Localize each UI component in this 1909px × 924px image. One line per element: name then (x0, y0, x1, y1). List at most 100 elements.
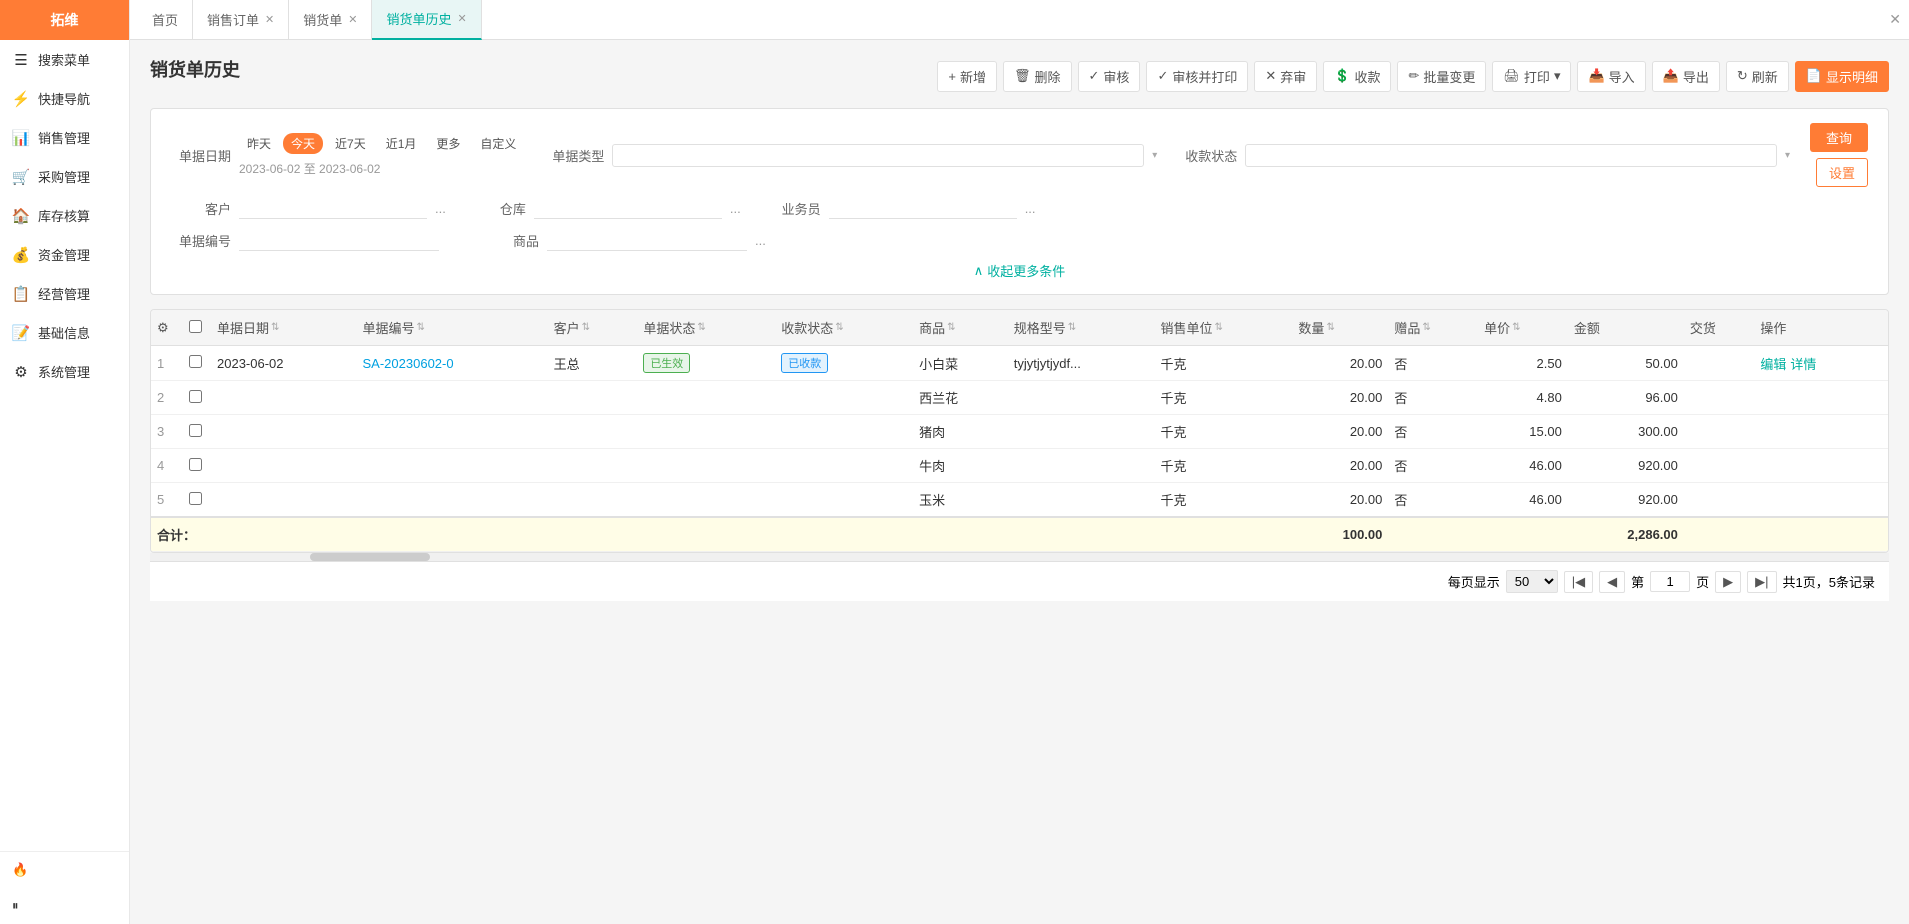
col-settings-icon[interactable]: ⚙ (157, 320, 169, 335)
col-spec[interactable]: 规格型号⇅ (1008, 310, 1155, 346)
col-settings[interactable]: ⚙ (151, 310, 183, 346)
row-select-checkbox[interactable] (189, 458, 202, 471)
date-chip-custom[interactable]: 自定义 (472, 133, 524, 154)
col-collect-status[interactable]: 收款状态⇅ (775, 310, 913, 346)
col-doc-status[interactable]: 单据状态⇅ (637, 310, 775, 346)
batch-change-button[interactable]: ✏ 批量变更 (1397, 61, 1486, 92)
tab-sales-history-close[interactable]: ✕ (458, 12, 467, 25)
first-page-button[interactable]: |◀ (1564, 571, 1593, 593)
sort-doc-date-icon: ⇅ (271, 322, 279, 333)
close-all-tabs[interactable]: ✕ (1889, 11, 1901, 28)
collect-status-arrow[interactable]: ▾ (1785, 150, 1790, 161)
col-doc-date[interactable]: 单据日期⇅ (211, 310, 357, 346)
customer-input[interactable] (239, 197, 427, 219)
import-button[interactable]: 📥 导入 (1577, 61, 1645, 92)
audit-print-label: 审核并打印 (1172, 67, 1237, 86)
last-page-button[interactable]: ▶| (1747, 571, 1776, 593)
row-select-checkbox[interactable] (189, 390, 202, 403)
add-button[interactable]: + 新增 (937, 61, 997, 92)
sidebar-item-sales-mgmt[interactable]: 📊 销售管理 (0, 118, 129, 157)
sidebar-bottom-fire[interactable]: 🔥 (0, 852, 129, 888)
sales-mgmt-icon: 📊 (12, 129, 30, 147)
table-footer-row: 合计： 100.00 2,286.00 (151, 517, 1888, 552)
action-编辑[interactable]: 编辑 (1760, 357, 1786, 372)
col-customer[interactable]: 客户⇅ (548, 310, 638, 346)
row-select-checkbox[interactable] (189, 492, 202, 505)
date-range: 2023-06-02 至 2023-06-02 (239, 160, 524, 177)
sidebar-item-sys-mgmt[interactable]: ⚙ 系统管理 (0, 352, 129, 391)
date-chips: 昨天 今天 近7天 近1月 更多 自定义 (239, 133, 524, 154)
print-button[interactable]: 🖨 打印 ▾ (1492, 61, 1571, 92)
doc-type-arrow[interactable]: ▾ (1152, 150, 1157, 161)
doc-type-label: 单据类型 (544, 146, 604, 165)
goods-ellipsis[interactable]: ... (755, 233, 766, 248)
date-chip-today[interactable]: 今天 (283, 133, 323, 154)
doc-no-input[interactable] (239, 229, 439, 251)
sort-price-icon: ⇅ (1512, 322, 1520, 333)
tab-sales-order-close[interactable]: ✕ (265, 13, 274, 26)
date-chip-1month[interactable]: 近1月 (378, 133, 425, 154)
audit-button[interactable]: ✓ 审核 (1078, 61, 1141, 92)
col-qty[interactable]: 数量⇅ (1292, 310, 1388, 346)
agent-input[interactable] (829, 197, 1017, 219)
sidebar-item-stock-calc[interactable]: 🏠 库存核算 (0, 196, 129, 235)
row-select-checkbox[interactable] (189, 355, 202, 368)
select-all-checkbox[interactable] (189, 320, 202, 333)
footer-total-qty: 100.00 (1292, 517, 1388, 552)
row-actions (1754, 415, 1888, 449)
collect-status-label: 收款状态 (1177, 146, 1237, 165)
sidebar-bottom-pause[interactable]: ⏸ (0, 888, 129, 924)
tab-sales-goods-close[interactable]: ✕ (348, 13, 357, 26)
col-gift[interactable]: 赠品⇅ (1388, 310, 1478, 346)
col-price[interactable]: 单价⇅ (1478, 310, 1568, 346)
tab-sales-order[interactable]: 销售订单 ✕ (193, 0, 289, 40)
col-goods[interactable]: 商品⇅ (913, 310, 1008, 346)
horizontal-scrollbar[interactable] (150, 553, 1889, 561)
collect-status-input[interactable] (1245, 144, 1777, 167)
sidebar-item-search-menu[interactable]: ☰ 搜索菜单 (0, 40, 129, 79)
doc-type-input[interactable] (612, 144, 1144, 167)
delete-button[interactable]: 🗑 删除 (1003, 61, 1072, 92)
table-header-row: ⚙ 单据日期⇅ 单据编号⇅ 客户⇅ (151, 310, 1888, 346)
show-detail-button[interactable]: 📄 显示明细 (1795, 61, 1889, 92)
col-doc-no[interactable]: 单据编号⇅ (357, 310, 548, 346)
collapse-button[interactable]: ∧ 收起更多条件 (171, 261, 1868, 280)
page-number-input[interactable] (1650, 571, 1690, 592)
action-详情[interactable]: 详情 (1790, 357, 1816, 372)
setting-button[interactable]: 设置 (1816, 158, 1868, 187)
filter-row-2: 客户 ... 仓库 ... 业务员 ... (171, 197, 1868, 219)
prev-page-button[interactable]: ◀ (1599, 571, 1625, 593)
goods-input[interactable] (547, 229, 747, 251)
per-page-select[interactable]: 50 100 200 (1506, 570, 1558, 593)
sidebar-item-quick-nav[interactable]: ⚡ 快捷导航 (0, 79, 129, 118)
sidebar-item-fund-mgmt[interactable]: 💰 资金管理 (0, 235, 129, 274)
next-page-button[interactable]: ▶ (1715, 571, 1741, 593)
warehouse-input[interactable] (534, 197, 722, 219)
warehouse-ellipsis[interactable]: ... (730, 201, 741, 216)
refresh-button[interactable]: ↻ 刷新 (1726, 61, 1789, 92)
row-doc-no (357, 415, 548, 449)
scrollbar-thumb[interactable] (310, 553, 430, 561)
agent-ellipsis[interactable]: ... (1025, 201, 1036, 216)
collect-button[interactable]: 💲 收款 (1323, 61, 1391, 92)
abandon-button[interactable]: ✕ 弃审 (1254, 61, 1317, 92)
sidebar-item-ops-mgmt[interactable]: 📋 经营管理 (0, 274, 129, 313)
date-chip-7days[interactable]: 近7天 (327, 133, 374, 154)
sort-doc-no-icon: ⇅ (417, 322, 425, 333)
date-chip-more[interactable]: 更多 (428, 133, 468, 154)
delete-label: 删除 (1035, 67, 1061, 86)
audit-print-button[interactable]: ✓ 审核并打印 (1146, 61, 1248, 92)
sidebar-bottom: 🔥 ⏸ (0, 851, 129, 924)
sidebar-item-basic-info[interactable]: 📝 基础信息 (0, 313, 129, 352)
export-button[interactable]: 📤 导出 (1652, 61, 1720, 92)
customer-ellipsis[interactable]: ... (435, 201, 446, 216)
date-chip-yesterday[interactable]: 昨天 (239, 133, 279, 154)
row-select-checkbox[interactable] (189, 424, 202, 437)
col-unit[interactable]: 销售单位⇅ (1155, 310, 1293, 346)
sidebar-item-purchase-mgmt[interactable]: 🛒 采购管理 (0, 157, 129, 196)
tab-home[interactable]: 首页 (138, 0, 193, 40)
doc-no-link[interactable]: SA-20230602-0 (363, 356, 454, 371)
tab-sales-goods[interactable]: 销货单 ✕ (289, 0, 372, 40)
query-button[interactable]: 查询 (1810, 123, 1868, 152)
tab-sales-history[interactable]: 销货单历史 ✕ (372, 0, 481, 40)
